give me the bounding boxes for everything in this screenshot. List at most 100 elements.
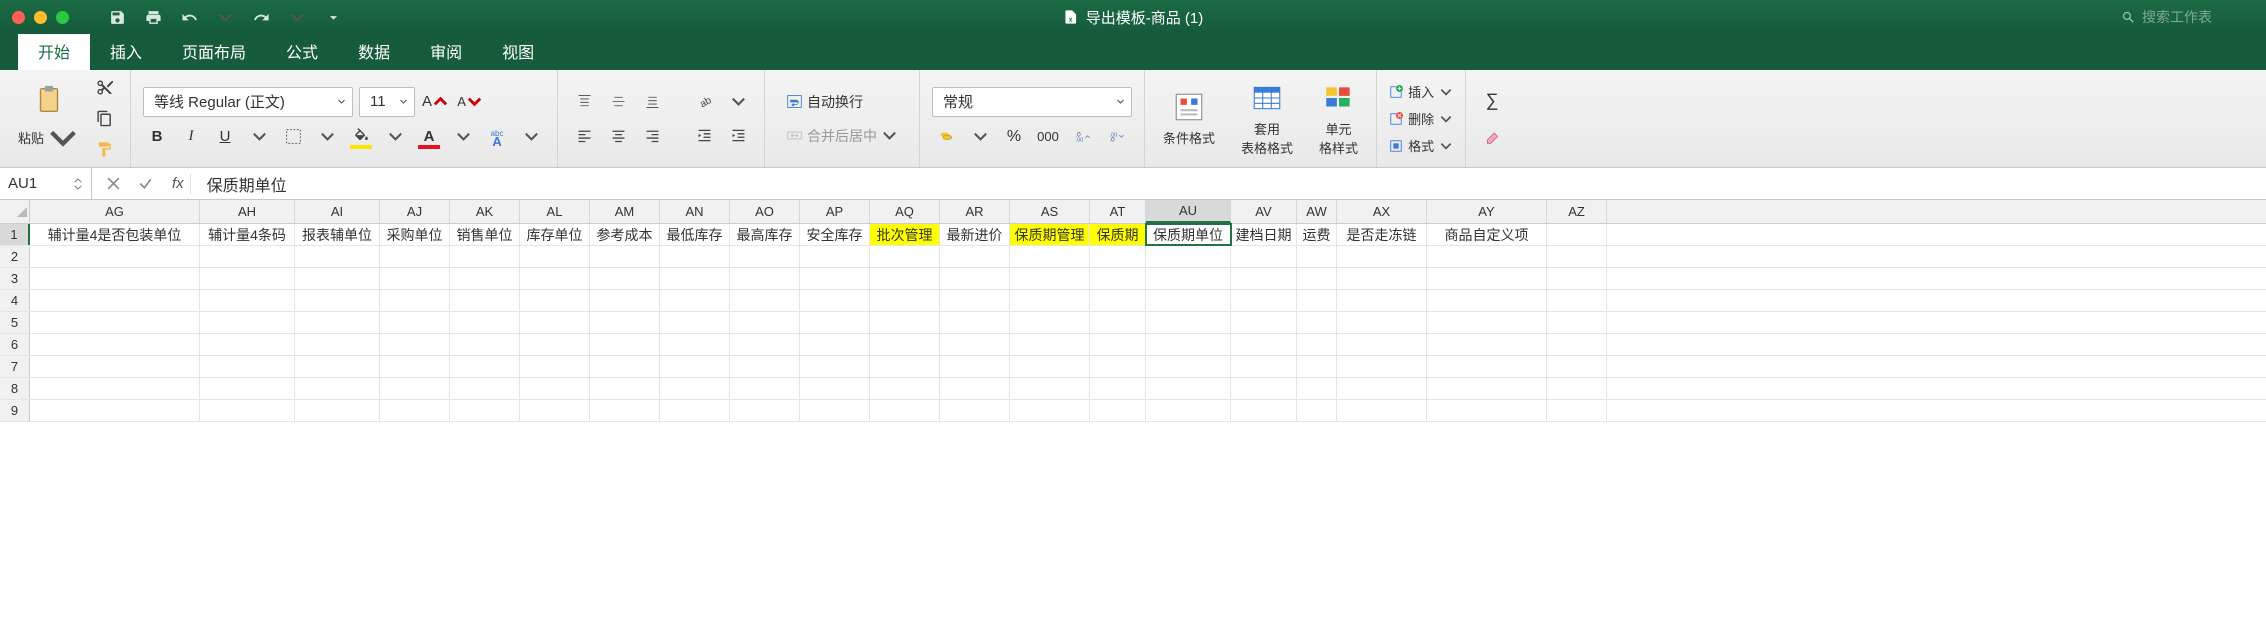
cell-AJ4[interactable] bbox=[380, 290, 450, 311]
cell-AQ4[interactable] bbox=[870, 290, 940, 311]
cell-AN9[interactable] bbox=[660, 400, 730, 421]
cell-AS5[interactable] bbox=[1010, 312, 1090, 333]
cut-button[interactable] bbox=[90, 74, 118, 102]
cell-AO6[interactable] bbox=[730, 334, 800, 355]
cell-AP7[interactable] bbox=[800, 356, 870, 377]
col-header-AL[interactable]: AL bbox=[520, 200, 590, 223]
col-header-AZ[interactable]: AZ bbox=[1547, 200, 1607, 223]
cell-AH6[interactable] bbox=[200, 334, 295, 355]
cell-AU3[interactable] bbox=[1146, 268, 1231, 289]
cell-AT9[interactable] bbox=[1090, 400, 1146, 421]
cell-AS3[interactable] bbox=[1010, 268, 1090, 289]
cell-AJ8[interactable] bbox=[380, 378, 450, 399]
cell-AY4[interactable] bbox=[1427, 290, 1547, 311]
cell-AH4[interactable] bbox=[200, 290, 295, 311]
cell-AR7[interactable] bbox=[940, 356, 1010, 377]
underline-button[interactable]: U bbox=[211, 123, 239, 151]
autosum-button[interactable]: ∑ bbox=[1478, 87, 1506, 115]
cell-AK8[interactable] bbox=[450, 378, 520, 399]
cell-AV2[interactable] bbox=[1231, 246, 1297, 267]
cell-AL5[interactable] bbox=[520, 312, 590, 333]
cell-AQ6[interactable] bbox=[870, 334, 940, 355]
cell-AL1[interactable]: 库存单位 bbox=[520, 224, 590, 245]
format-cells-button[interactable]: 格式 bbox=[1389, 136, 1453, 155]
cell-AJ5[interactable] bbox=[380, 312, 450, 333]
underline-dropdown[interactable] bbox=[245, 125, 273, 149]
cell-AS8[interactable] bbox=[1010, 378, 1090, 399]
cell-AP2[interactable] bbox=[800, 246, 870, 267]
cell-AX7[interactable] bbox=[1337, 356, 1427, 377]
cell-AS9[interactable] bbox=[1010, 400, 1090, 421]
enter-formula-button[interactable] bbox=[134, 173, 156, 195]
col-header-AN[interactable]: AN bbox=[660, 200, 730, 223]
cell-AH5[interactable] bbox=[200, 312, 295, 333]
cell-AM9[interactable] bbox=[590, 400, 660, 421]
font-color-dropdown[interactable] bbox=[449, 125, 477, 149]
customize-qat-button[interactable] bbox=[315, 4, 351, 30]
cell-AQ1[interactable]: 批次管理 bbox=[870, 224, 940, 245]
col-header-AW[interactable]: AW bbox=[1297, 200, 1337, 223]
decrease-font-button[interactable]: A bbox=[456, 88, 484, 116]
cell-AS7[interactable] bbox=[1010, 356, 1090, 377]
cell-AP6[interactable] bbox=[800, 334, 870, 355]
currency-dropdown[interactable] bbox=[966, 125, 994, 149]
search-box[interactable] bbox=[2121, 9, 2252, 25]
cell-AT6[interactable] bbox=[1090, 334, 1146, 355]
name-box[interactable]: AU1 bbox=[0, 168, 92, 199]
cell-AI7[interactable] bbox=[295, 356, 380, 377]
cell-AT2[interactable] bbox=[1090, 246, 1146, 267]
orientation-button[interactable]: ab bbox=[690, 88, 718, 116]
cell-AZ6[interactable] bbox=[1547, 334, 1607, 355]
cell-AN6[interactable] bbox=[660, 334, 730, 355]
cell-AK1[interactable]: 销售单位 bbox=[450, 224, 520, 245]
col-header-AK[interactable]: AK bbox=[450, 200, 520, 223]
cell-AK3[interactable] bbox=[450, 268, 520, 289]
cell-AZ5[interactable] bbox=[1547, 312, 1607, 333]
font-color-button[interactable]: A bbox=[415, 123, 443, 151]
cell-AU5[interactable] bbox=[1146, 312, 1231, 333]
increase-font-button[interactable]: A bbox=[421, 88, 450, 116]
print-button[interactable] bbox=[135, 4, 171, 30]
cell-AX8[interactable] bbox=[1337, 378, 1427, 399]
cell-AP3[interactable] bbox=[800, 268, 870, 289]
align-middle-button[interactable] bbox=[604, 88, 632, 116]
cell-AM1[interactable]: 参考成本 bbox=[590, 224, 660, 245]
cell-AW3[interactable] bbox=[1297, 268, 1337, 289]
cell-AG8[interactable] bbox=[30, 378, 200, 399]
italic-button[interactable]: I bbox=[177, 123, 205, 151]
tab-插入[interactable]: 插入 bbox=[90, 31, 162, 70]
cell-AV7[interactable] bbox=[1231, 356, 1297, 377]
col-header-AU[interactable]: AU bbox=[1146, 200, 1231, 223]
cell-AL2[interactable] bbox=[520, 246, 590, 267]
font-name-select[interactable]: 等线 Regular (正文) bbox=[143, 87, 353, 117]
paste-button[interactable]: 粘贴 bbox=[12, 83, 86, 155]
align-right-button[interactable] bbox=[638, 122, 666, 150]
row-header-2[interactable]: 2 bbox=[0, 246, 30, 267]
copy-button[interactable] bbox=[90, 105, 118, 133]
cell-AR9[interactable] bbox=[940, 400, 1010, 421]
cell-AG9[interactable] bbox=[30, 400, 200, 421]
increase-indent-button[interactable] bbox=[724, 122, 752, 150]
tab-视图[interactable]: 视图 bbox=[482, 31, 554, 70]
cell-AG6[interactable] bbox=[30, 334, 200, 355]
cell-AW4[interactable] bbox=[1297, 290, 1337, 311]
cell-AU9[interactable] bbox=[1146, 400, 1231, 421]
cell-AO7[interactable] bbox=[730, 356, 800, 377]
col-header-AH[interactable]: AH bbox=[200, 200, 295, 223]
cell-AQ8[interactable] bbox=[870, 378, 940, 399]
cell-AN1[interactable]: 最低库存 bbox=[660, 224, 730, 245]
cell-AN2[interactable] bbox=[660, 246, 730, 267]
col-header-AP[interactable]: AP bbox=[800, 200, 870, 223]
align-center-button[interactable] bbox=[604, 122, 632, 150]
cell-AR5[interactable] bbox=[940, 312, 1010, 333]
row-header-8[interactable]: 8 bbox=[0, 378, 30, 399]
cell-AS2[interactable] bbox=[1010, 246, 1090, 267]
cell-AN8[interactable] bbox=[660, 378, 730, 399]
tab-数据[interactable]: 数据 bbox=[338, 31, 410, 70]
cell-AP5[interactable] bbox=[800, 312, 870, 333]
cell-AJ7[interactable] bbox=[380, 356, 450, 377]
cell-AM5[interactable] bbox=[590, 312, 660, 333]
cell-AV5[interactable] bbox=[1231, 312, 1297, 333]
cell-AK7[interactable] bbox=[450, 356, 520, 377]
conditional-format-button[interactable]: 条件格式 bbox=[1157, 90, 1221, 147]
